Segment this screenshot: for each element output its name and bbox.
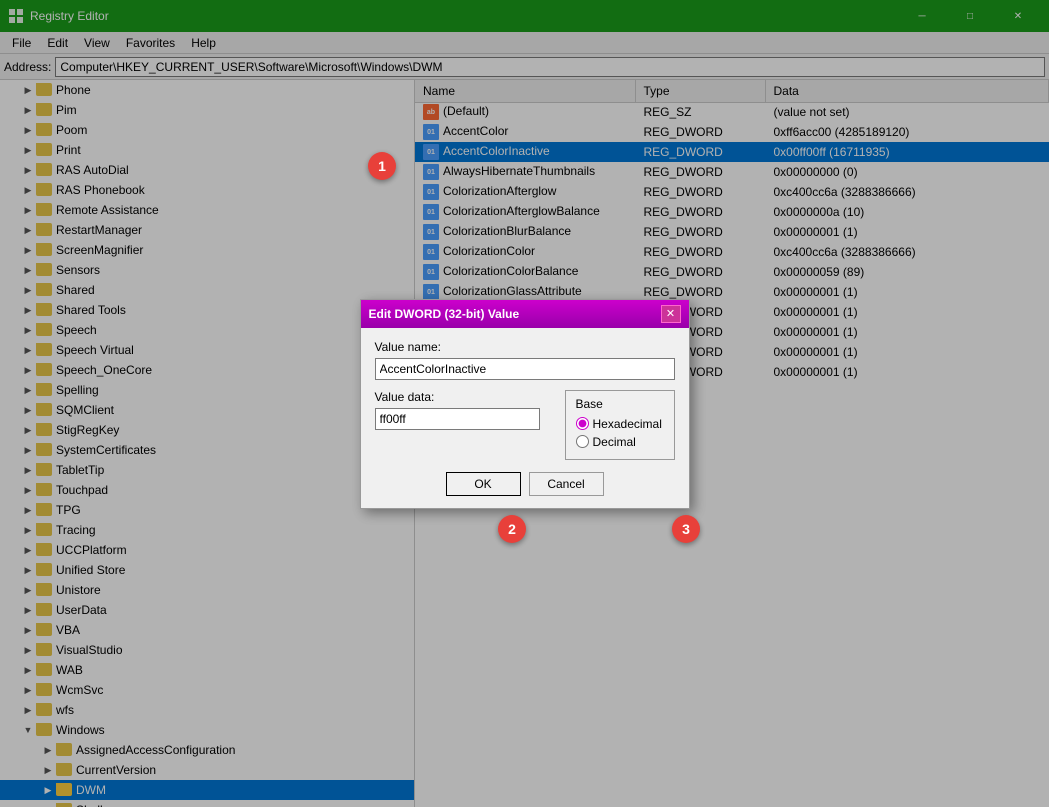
value-name-input[interactable] bbox=[375, 358, 675, 380]
hex-label: Hexadecimal bbox=[593, 417, 662, 431]
dialog-buttons: OK Cancel bbox=[375, 472, 675, 496]
dialog-title-text: Edit DWORD (32-bit) Value bbox=[369, 307, 661, 321]
edit-dword-dialog: Edit DWORD (32-bit) Value ✕ Value name: … bbox=[360, 299, 690, 509]
cancel-button[interactable]: Cancel bbox=[529, 472, 604, 496]
dialog-row: Value data: Base Hexadecimal Decimal bbox=[375, 390, 675, 460]
hexadecimal-option: Hexadecimal bbox=[576, 417, 664, 431]
decimal-option: Decimal bbox=[576, 435, 664, 449]
dec-label: Decimal bbox=[593, 435, 636, 449]
base-label: Base bbox=[576, 397, 664, 411]
dec-radio[interactable] bbox=[576, 435, 589, 448]
base-group: Base Hexadecimal Decimal bbox=[565, 390, 675, 460]
ok-button[interactable]: OK bbox=[446, 472, 521, 496]
value-data-input[interactable] bbox=[375, 408, 540, 430]
dialog-title-bar: Edit DWORD (32-bit) Value ✕ bbox=[361, 300, 689, 328]
value-data-label: Value data: bbox=[375, 390, 553, 404]
dialog-body: Value name: Value data: Base Hexadecimal bbox=[361, 328, 689, 508]
value-name-label: Value name: bbox=[375, 340, 675, 354]
hex-radio[interactable] bbox=[576, 417, 589, 430]
value-data-section: Value data: bbox=[375, 390, 553, 430]
dialog-close-button[interactable]: ✕ bbox=[661, 305, 681, 323]
modal-overlay: Edit DWORD (32-bit) Value ✕ Value name: … bbox=[0, 0, 1049, 807]
